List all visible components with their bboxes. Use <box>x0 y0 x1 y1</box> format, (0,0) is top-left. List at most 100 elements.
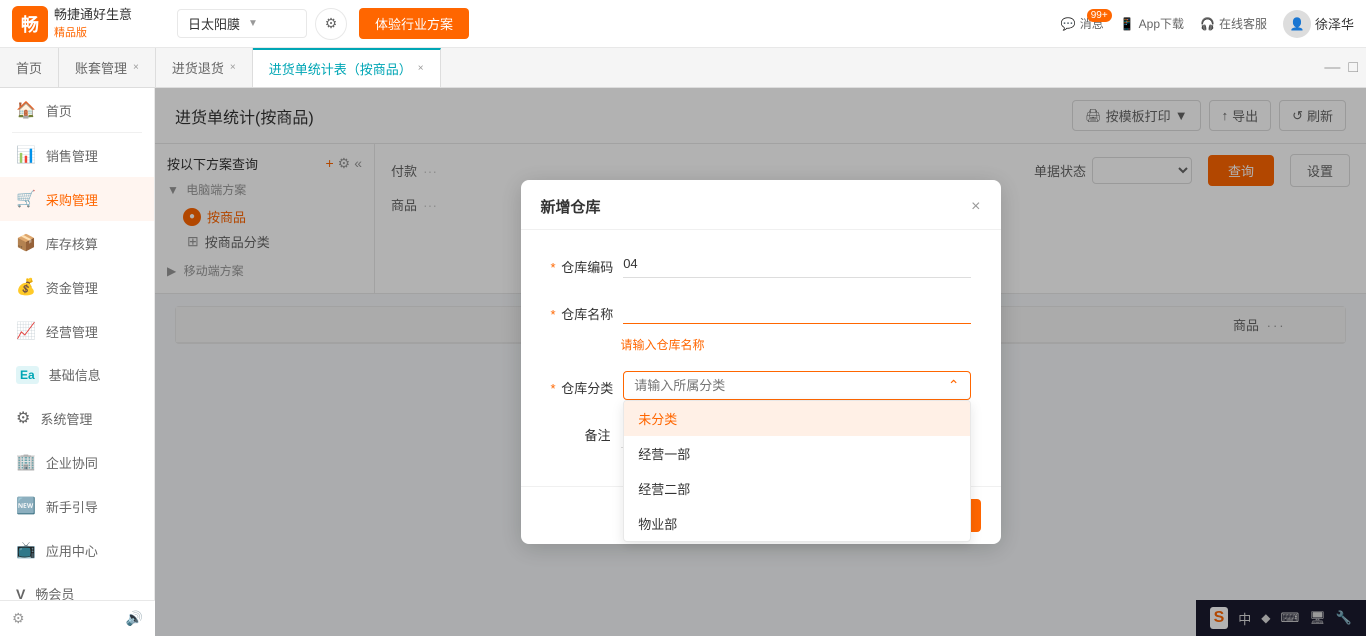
warehouse-name-inner: * 仓库名称 <box>551 296 971 324</box>
category-field: ⌃ 未分类 经营一部 经营二部 <box>623 371 970 400</box>
category-dropdown-list: 未分类 经营一部 经营二部 物业部 <box>623 400 970 542</box>
message-item[interactable]: 💬 消息 99+ <box>1061 15 1104 32</box>
avatar: 👤 <box>1283 10 1311 38</box>
tab-maximize-button[interactable]: □ <box>1348 59 1358 77</box>
store-dropdown-arrow: ▼ <box>248 18 258 29</box>
warehouse-name-label-text: 仓库名称 <box>561 307 613 322</box>
warehouse-name-input[interactable] <box>623 296 970 324</box>
category-input[interactable] <box>634 378 948 393</box>
sidebar-item-guide[interactable]: 🆕 新手引导 <box>0 484 154 528</box>
warehouse-code-input[interactable] <box>623 250 970 278</box>
app-download-item[interactable]: 📱 App下载 <box>1120 15 1184 32</box>
guide-icon: 🆕 <box>16 496 36 516</box>
inventory-icon: 📦 <box>16 233 36 253</box>
basic-info-icon: Ea <box>16 366 39 384</box>
warehouse-name-row: * 仓库名称 请输入仓库名称 <box>551 296 971 353</box>
tab-account-close[interactable]: × <box>133 62 139 73</box>
modal-body: * 仓库编码 * 仓库名称 <box>521 230 1001 486</box>
enterprise-icon: 🏢 <box>16 452 36 472</box>
phone-icon: 📱 <box>1120 17 1135 31</box>
tab-bar: 首页 账套管理 × 进货退货 × 进货单统计表（按商品） × — □ <box>0 48 1366 88</box>
modal-new-warehouse: 新增仓库 × * 仓库编码 <box>521 180 1001 544</box>
tab-minimize-button[interactable]: — <box>1324 59 1340 77</box>
tab-purchase-stats[interactable]: 进货单统计表（按商品） × <box>253 48 441 87</box>
tab-purchase-return-label: 进货退货 <box>172 58 224 77</box>
warehouse-name-error: 请输入仓库名称 <box>621 336 971 353</box>
online-service-item[interactable]: 🎧 在线客服 <box>1200 15 1267 32</box>
sidebar-item-enterprise[interactable]: 🏢 企业协同 <box>0 440 154 484</box>
headset-icon: 🎧 <box>1200 17 1215 31</box>
username: 徐泽华 <box>1315 14 1354 33</box>
category-option-uncategorized-label: 未分类 <box>638 412 677 427</box>
logo-sub: 精品版 <box>54 24 132 40</box>
app-download-label: App下载 <box>1139 15 1184 32</box>
sidebar-item-system[interactable]: ⚙ 系统管理 <box>0 396 154 440</box>
sidebar-item-sales[interactable]: 📊 销售管理 <box>0 133 154 177</box>
capital-icon: 💰 <box>16 277 36 297</box>
try-industry-button[interactable]: 体验行业方案 <box>359 8 469 39</box>
sidebar-item-capital-label: 资金管理 <box>46 278 98 297</box>
logo-title: 畅捷通好生意 <box>54 7 132 24</box>
tab-purchase-return-close[interactable]: × <box>230 62 236 73</box>
sidebar-item-basic[interactable]: Ea 基础信息 <box>0 353 154 396</box>
sidebar-item-capital[interactable]: 💰 资金管理 <box>0 265 154 309</box>
message-badge: 99+ <box>1087 9 1112 22</box>
store-name: 日太阳膜 <box>188 14 240 33</box>
tab-home[interactable]: 首页 <box>0 48 59 87</box>
sidebar-item-operations-label: 经营管理 <box>46 322 98 341</box>
sidebar-item-app-center[interactable]: 📺 应用中心 <box>0 528 154 572</box>
category-input-wrap: ⌃ <box>623 371 970 400</box>
required-mark-2: * <box>551 307 556 322</box>
modal-close-button[interactable]: × <box>971 198 980 216</box>
sidebar-item-operations[interactable]: 📈 经营管理 <box>0 309 154 353</box>
sidebar-bottom-bar: ⚙ 🔊 <box>0 600 155 636</box>
tab-purchase-return[interactable]: 进货退货 × <box>156 48 253 87</box>
top-header: 畅 畅捷通好生意 精品版 日太阳膜 ▼ ⚙ 体验行业方案 💬 消息 99+ 📱 … <box>0 0 1366 48</box>
user-item[interactable]: 👤 徐泽华 <box>1283 10 1354 38</box>
tab-actions: — □ <box>1316 48 1366 87</box>
sidebar-item-purchase[interactable]: 🛒 采购管理 <box>0 177 154 221</box>
category-option-property-label: 物业部 <box>638 517 677 532</box>
required-mark-1: * <box>551 260 556 275</box>
tab-account[interactable]: 账套管理 × <box>59 48 156 87</box>
category-option-ops2-label: 经营二部 <box>638 482 690 497</box>
warehouse-code-row: * 仓库编码 <box>551 250 971 278</box>
logo-area: 畅 畅捷通好生意 精品版 <box>12 6 167 42</box>
sidebar: 🏠 首页 📊 销售管理 🛒 采购管理 📦 库存核算 💰 资金管理 📈 经营管理 … <box>0 88 155 636</box>
category-option-uncategorized[interactable]: 未分类 <box>624 401 969 436</box>
tab-purchase-stats-close[interactable]: × <box>418 63 424 74</box>
logo-text-block: 畅捷通好生意 精品版 <box>54 7 132 40</box>
sidebar-settings-icon[interactable]: ⚙ <box>12 610 25 627</box>
category-option-ops2[interactable]: 经营二部 <box>624 471 969 506</box>
tab-account-label: 账套管理 <box>75 58 127 77</box>
sidebar-item-home[interactable]: 🏠 首页 <box>0 88 154 132</box>
sidebar-item-home-label: 首页 <box>46 101 72 120</box>
sidebar-item-inventory[interactable]: 📦 库存核算 <box>0 221 154 265</box>
category-option-ops1-label: 经营一部 <box>638 447 690 462</box>
sidebar-item-enterprise-label: 企业协同 <box>46 453 98 472</box>
main-layout: 🏠 首页 📊 销售管理 🛒 采购管理 📦 库存核算 💰 资金管理 📈 经营管理 … <box>0 88 1366 636</box>
category-toggle-button[interactable]: ⌃ <box>948 377 960 394</box>
gear-button[interactable]: ⚙ <box>315 8 347 40</box>
sidebar-item-app-center-label: 应用中心 <box>46 541 98 560</box>
tab-purchase-stats-label: 进货单统计表（按商品） <box>269 59 412 78</box>
app-center-icon: 📺 <box>16 540 36 560</box>
content-area: 进货单统计(按商品) 🖨 按模板打印 ▼ ↑ 导出 ↺ 刷新 <box>155 88 1366 636</box>
sidebar-audio-icon[interactable]: 🔊 <box>126 610 143 627</box>
category-option-property[interactable]: 物业部 <box>624 506 969 541</box>
operations-icon: 📈 <box>16 321 36 341</box>
sidebar-item-sales-label: 销售管理 <box>46 146 98 165</box>
sidebar-item-purchase-label: 采购管理 <box>46 190 98 209</box>
tab-home-label: 首页 <box>16 58 42 77</box>
modal-header: 新增仓库 × <box>521 180 1001 230</box>
home-icon: 🏠 <box>16 100 36 120</box>
store-selector[interactable]: 日太阳膜 ▼ <box>177 9 307 38</box>
sales-icon: 📊 <box>16 145 36 165</box>
warehouse-category-label: * 仓库分类 <box>551 371 614 397</box>
category-option-ops1[interactable]: 经营一部 <box>624 436 969 471</box>
message-icon: 💬 <box>1061 17 1076 31</box>
sidebar-item-guide-label: 新手引导 <box>46 497 98 516</box>
warehouse-code-label: * 仓库编码 <box>551 250 614 276</box>
purchase-icon: 🛒 <box>16 189 36 209</box>
modal-title: 新增仓库 <box>541 196 601 217</box>
